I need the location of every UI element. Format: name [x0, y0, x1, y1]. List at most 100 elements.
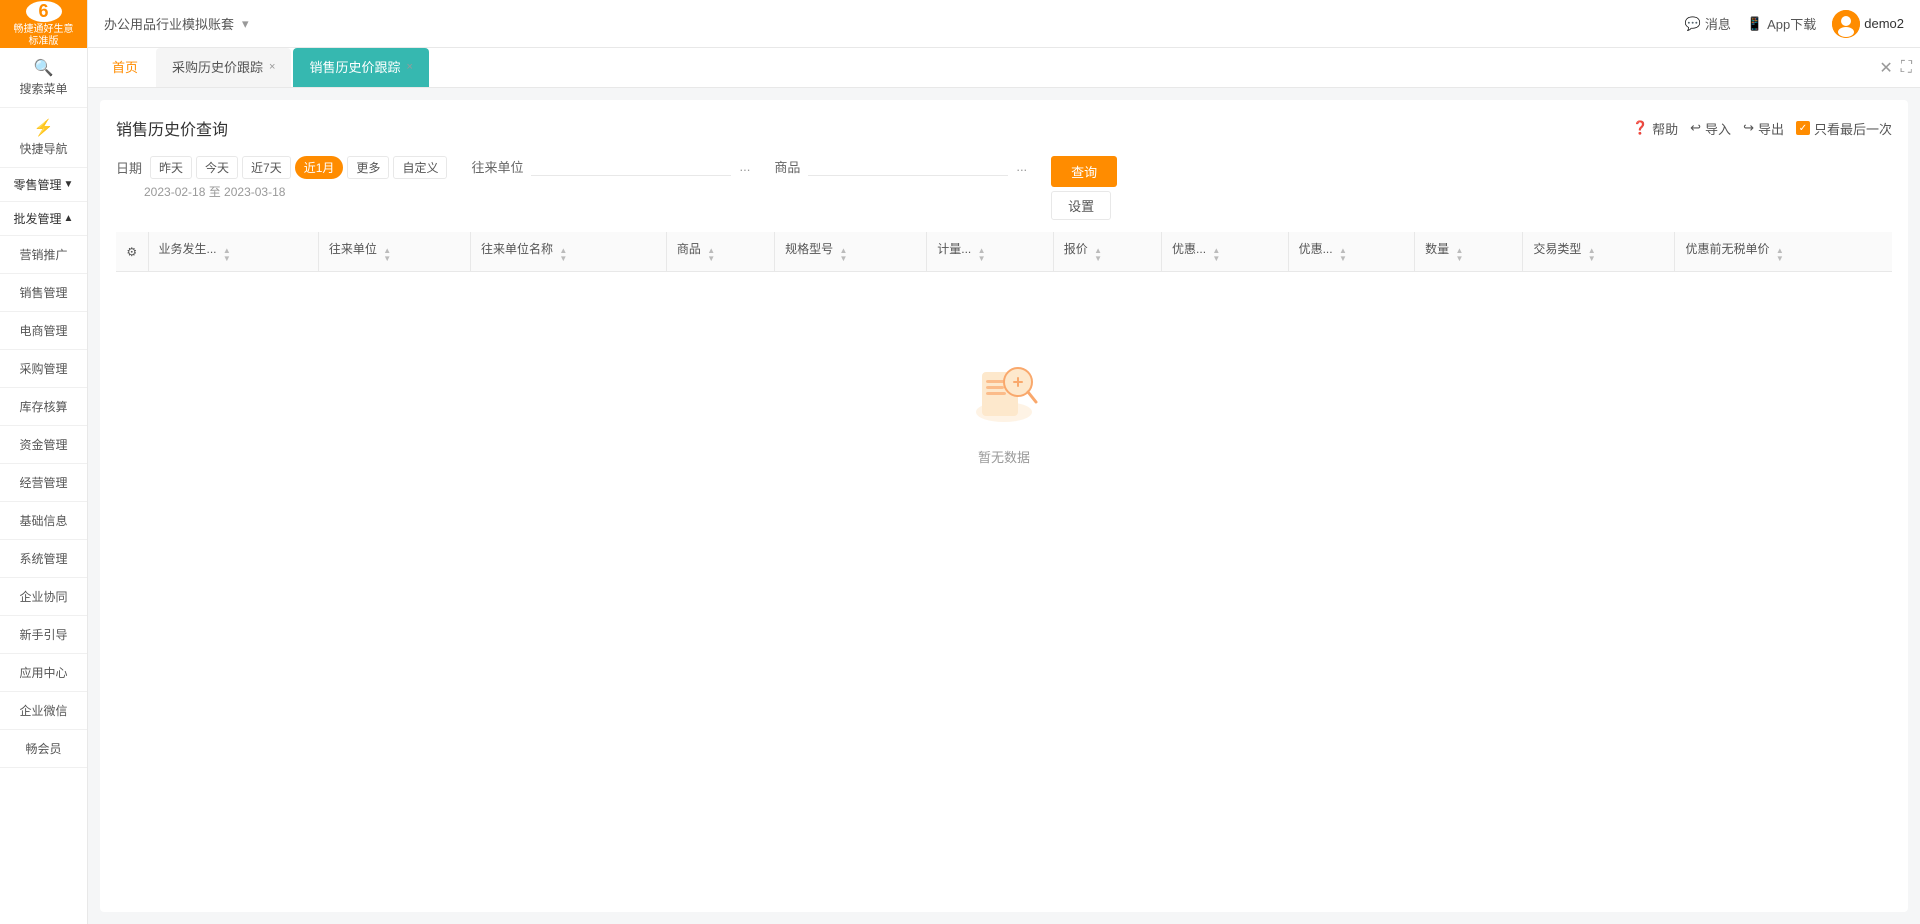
- sidebar-item-wholesale[interactable]: 批发管理 ▲: [0, 202, 87, 236]
- sidebar-item-retail[interactable]: 零售管理 ▼: [0, 168, 87, 202]
- date-range: 2023-02-18 至 2023-03-18: [144, 185, 285, 199]
- sort-icon: ▲▼: [1094, 247, 1102, 263]
- sidebar-item-newbie[interactable]: 新手引导: [0, 616, 87, 654]
- sidebar-item-basic[interactable]: 基础信息: [0, 502, 87, 540]
- avatar: [1832, 10, 1860, 38]
- system-label: 系统管理: [4, 550, 83, 567]
- message-button[interactable]: 💬 消息: [1685, 14, 1731, 33]
- col-trade-type[interactable]: 交易类型 ▲▼: [1523, 232, 1675, 272]
- col-spec[interactable]: 规格型号 ▲▼: [775, 232, 927, 272]
- col-discount2[interactable]: 优惠... ▲▼: [1288, 232, 1415, 272]
- data-table: ⚙ 业务发生... ▲▼ 往来单位 ▲▼ 往来单位名称: [116, 232, 1892, 272]
- expand-window-icon[interactable]: ⛶: [1901, 59, 1912, 77]
- sidebar-item-inventory[interactable]: 库存核算: [0, 388, 87, 426]
- operations-label: 经营管理: [4, 474, 83, 491]
- wholesale-label: 批发管理: [14, 210, 62, 227]
- app-name: 畅捷通好生意: [14, 24, 74, 36]
- export-button[interactable]: ↪ 导出: [1743, 119, 1784, 138]
- user-area[interactable]: demo2: [1832, 10, 1904, 38]
- partner-ellipsis[interactable]: ...: [739, 159, 750, 174]
- sidebar-item-ecommerce[interactable]: 电商管理: [0, 312, 87, 350]
- date-btn-yesterday[interactable]: 昨天: [150, 156, 192, 179]
- tab-purchase[interactable]: 采购历史价跟踪 ×: [156, 48, 291, 87]
- sidebar-item-quick[interactable]: ⚡ 快捷导航: [0, 108, 87, 168]
- topbar-dropdown-icon[interactable]: ▾: [242, 16, 249, 32]
- col-partner-name[interactable]: 往来单位名称 ▲▼: [470, 232, 666, 272]
- sidebar-item-operations[interactable]: 经营管理: [0, 464, 87, 502]
- tab-home[interactable]: 首页: [96, 48, 154, 87]
- close-window-icon[interactable]: ✕: [1879, 58, 1892, 78]
- goods-label: 商品: [774, 157, 800, 176]
- import-label: 导入: [1705, 119, 1731, 138]
- tab-sales-close[interactable]: ×: [406, 61, 412, 73]
- app-logo: 6 畅捷通好生意 标准版: [0, 0, 87, 48]
- page-title-row: 销售历史价查询 ❓ 帮助 ↩ 导入 ↪ 导出: [116, 116, 1892, 140]
- empty-state: 暂无数据: [116, 272, 1892, 546]
- page-title: 销售历史价查询: [116, 116, 228, 140]
- tab-home-label: 首页: [112, 57, 138, 76]
- help-button[interactable]: ❓ 帮助: [1632, 119, 1678, 138]
- sort-icon: ▲▼: [559, 247, 567, 263]
- tab-purchase-close[interactable]: ×: [269, 61, 275, 73]
- message-label: 消息: [1705, 14, 1731, 33]
- date-btn-1month[interactable]: 近1月: [295, 156, 344, 179]
- import-icon: ↩: [1690, 120, 1701, 136]
- col-discount1[interactable]: 优惠... ▲▼: [1162, 232, 1289, 272]
- sidebar-item-appstore[interactable]: 应用中心: [0, 654, 87, 692]
- col-quote[interactable]: 报价 ▲▼: [1053, 232, 1161, 272]
- sidebar-item-wxwork[interactable]: 企业微信: [0, 692, 87, 730]
- date-btn-more[interactable]: 更多: [347, 156, 389, 179]
- sidebar-item-vip[interactable]: 畅会员: [0, 730, 87, 768]
- partner-label: 往来单位: [471, 157, 523, 176]
- app-download-button[interactable]: 📱 App下载: [1747, 14, 1816, 33]
- partner-input[interactable]: [531, 156, 731, 176]
- col-partner-code[interactable]: 往来单位 ▲▼: [318, 232, 470, 272]
- tab-purchase-label: 采购历史价跟踪: [172, 57, 263, 76]
- col-tax-price[interactable]: 优惠前无税单价 ▲▼: [1675, 232, 1892, 272]
- col-unit[interactable]: 计量... ▲▼: [927, 232, 1054, 272]
- sidebar-item-marketing[interactable]: 营销推广: [0, 236, 87, 274]
- sidebar-item-sales-mgmt[interactable]: 销售管理: [0, 274, 87, 312]
- col-gear[interactable]: ⚙: [116, 232, 148, 272]
- checkbox-icon: [1796, 121, 1810, 135]
- date-btn-today[interactable]: 今天: [196, 156, 238, 179]
- sidebar-item-finance[interactable]: 资金管理: [0, 426, 87, 464]
- quick-icon: ⚡: [4, 118, 83, 138]
- date-label: 日期: [116, 158, 142, 177]
- col-goods[interactable]: 商品 ▲▼: [666, 232, 774, 272]
- topbar: 办公用品行业模拟账套 ▾ 💬 消息 📱 App下载 demo2: [88, 0, 1920, 48]
- sidebar-item-label: 快捷导航: [4, 140, 83, 157]
- page-container: 销售历史价查询 ❓ 帮助 ↩ 导入 ↪ 导出: [100, 100, 1908, 912]
- window-controls: ✕ ⛶: [1879, 48, 1912, 87]
- sort-icon: ▲▼: [840, 247, 848, 263]
- help-label: 帮助: [1652, 119, 1678, 138]
- empty-icon: [964, 352, 1044, 435]
- date-buttons: 昨天 今天 近7天 近1月 更多 自定义: [150, 156, 447, 179]
- sidebar-item-label: 搜索菜单: [4, 80, 83, 97]
- page-actions: ❓ 帮助 ↩ 导入 ↪ 导出 只看最后一次: [1632, 119, 1892, 138]
- message-icon: 💬: [1685, 16, 1701, 32]
- tab-sales[interactable]: 销售历史价跟踪 ×: [293, 48, 428, 87]
- download-icon: 📱: [1747, 16, 1763, 32]
- sort-icon: ▲▼: [1455, 247, 1463, 263]
- sidebar-item-purchase[interactable]: 采购管理: [0, 350, 87, 388]
- chevron-up-icon: ▲: [64, 213, 74, 224]
- col-quantity[interactable]: 数量 ▲▼: [1415, 232, 1523, 272]
- basic-label: 基础信息: [4, 512, 83, 529]
- goods-ellipsis[interactable]: ...: [1016, 159, 1027, 174]
- tabbar: 首页 采购历史价跟踪 × 销售历史价跟踪 × ✕ ⛶: [88, 48, 1920, 88]
- app-download-label: App下载: [1767, 14, 1816, 33]
- table-header-row: ⚙ 业务发生... ▲▼ 往来单位 ▲▼ 往来单位名称: [116, 232, 1892, 272]
- query-button[interactable]: 查询: [1051, 156, 1117, 187]
- sidebar-item-enterprise[interactable]: 企业协同: [0, 578, 87, 616]
- date-btn-custom[interactable]: 自定义: [393, 156, 447, 179]
- sidebar-item-system[interactable]: 系统管理: [0, 540, 87, 578]
- main-area: 办公用品行业模拟账套 ▾ 💬 消息 📱 App下载 demo2 首页: [88, 0, 1920, 924]
- only-last-checkbox[interactable]: 只看最后一次: [1796, 119, 1892, 138]
- sidebar-item-search[interactable]: 🔍 搜索菜单: [0, 48, 87, 108]
- goods-input[interactable]: [808, 156, 1008, 176]
- import-button[interactable]: ↩ 导入: [1690, 119, 1731, 138]
- date-btn-7days[interactable]: 近7天: [242, 156, 291, 179]
- col-biz-date[interactable]: 业务发生... ▲▼: [148, 232, 318, 272]
- setting-button[interactable]: 设置: [1051, 191, 1111, 220]
